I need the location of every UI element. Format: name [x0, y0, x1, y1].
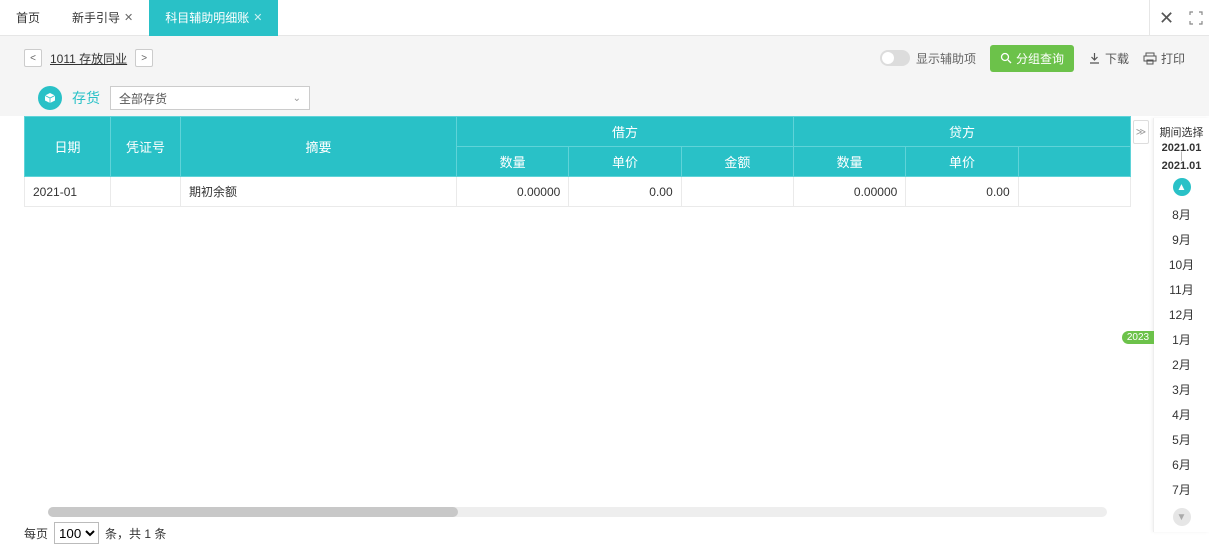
period-item[interactable]: 2月 [1154, 352, 1209, 377]
year-badge: 2023 [1122, 331, 1154, 344]
scrollbar-thumb[interactable] [48, 507, 458, 517]
show-aux-label: 显示辅助项 [916, 50, 976, 67]
horizontal-scrollbar[interactable] [48, 507, 1107, 517]
period-item[interactable]: 4月 [1154, 402, 1209, 427]
download-icon [1088, 52, 1101, 65]
close-icon[interactable]: ✕ [124, 11, 133, 24]
period-item[interactable]: 9月 [1154, 227, 1209, 252]
filter-label: 存货 [72, 88, 100, 108]
ledger-table: ≫ 日期 凭证号 摘要 借方 贷方 数量 单价 金额 数量 单价 2021-01 [24, 116, 1131, 517]
col-debit-price: 单价 [569, 147, 681, 177]
fullscreen-icon[interactable] [1183, 0, 1209, 36]
period-item[interactable]: 12月 [1154, 302, 1209, 327]
col-date: 日期 [25, 117, 111, 177]
chevron-down-icon: ⌄ [293, 93, 301, 104]
period-title: 期间选择 [1154, 122, 1209, 142]
period-scroll-down[interactable]: ▼ [1173, 508, 1191, 526]
col-voucher: 凭证号 [111, 117, 181, 177]
col-credit-price: 单价 [906, 147, 1018, 177]
col-summary: 摘要 [181, 117, 457, 177]
pager-total: 条，共 1 条 [105, 525, 166, 542]
pager-label: 每页 [24, 525, 48, 542]
period-panel: 期间选择 2021.01 | 2021.01 ▲ 8月 9月 10月 11月 1… [1153, 118, 1209, 532]
period-to[interactable]: 2021.01 [1154, 160, 1209, 172]
next-account-button[interactable]: > [135, 49, 153, 67]
close-all-button[interactable]: ✕ [1149, 0, 1183, 36]
col-credit-qty: 数量 [793, 147, 905, 177]
period-list: 8月 9月 10月 11月 12月 2023 1月 2月 3月 4月 5月 6月… [1154, 202, 1209, 502]
period-item[interactable]: 3月 [1154, 377, 1209, 402]
period-item[interactable]: 10月 [1154, 252, 1209, 277]
period-item[interactable]: 8月 [1154, 202, 1209, 227]
inventory-select[interactable]: 全部存货 ⌄ [110, 86, 310, 110]
download-button[interactable]: 下载 [1088, 50, 1129, 67]
show-aux-toggle[interactable] [880, 50, 910, 66]
period-scroll-up[interactable]: ▲ [1173, 178, 1191, 196]
group-query-button[interactable]: 分组查询 [990, 45, 1074, 72]
period-item[interactable]: 2023 1月 [1154, 327, 1209, 352]
period-item[interactable]: 5月 [1154, 427, 1209, 452]
filter-row: 存货 全部存货 ⌄ [0, 80, 1209, 116]
account-link[interactable]: 1011 存放同业 [50, 50, 127, 67]
period-item[interactable]: 6月 [1154, 452, 1209, 477]
prev-account-button[interactable]: < [24, 49, 42, 67]
tab-home[interactable]: 首页 [0, 0, 56, 36]
close-icon[interactable]: ✕ [253, 11, 262, 24]
tab-bar: 首页 新手引导✕ 科目辅助明细账✕ ✕ [0, 0, 1209, 36]
pager: 每页 100 条，共 1 条 [24, 522, 166, 544]
page-size-select[interactable]: 100 [54, 522, 99, 544]
period-item[interactable]: 11月 [1154, 277, 1209, 302]
col-debit-qty: 数量 [457, 147, 569, 177]
col-credit-extra [1018, 147, 1130, 177]
print-icon [1143, 52, 1157, 65]
tab-ledger[interactable]: 科目辅助明细账✕ [149, 0, 278, 36]
expand-columns-button[interactable]: ≫ [1133, 120, 1149, 144]
col-credit: 贷方 [793, 117, 1130, 147]
search-icon [1000, 52, 1012, 64]
col-debit: 借方 [457, 117, 794, 147]
tab-guide[interactable]: 新手引导✕ [56, 0, 149, 36]
inventory-icon [38, 86, 62, 110]
col-debit-amount: 金额 [681, 147, 793, 177]
table-row[interactable]: 2021-01 期初余额 0.00000 0.00 0.00000 0.00 [25, 177, 1131, 207]
toolbar: < 1011 存放同业 > 显示辅助项 分组查询 下载 打印 [0, 36, 1209, 80]
period-item[interactable]: 7月 [1154, 477, 1209, 502]
print-button[interactable]: 打印 [1143, 50, 1185, 67]
